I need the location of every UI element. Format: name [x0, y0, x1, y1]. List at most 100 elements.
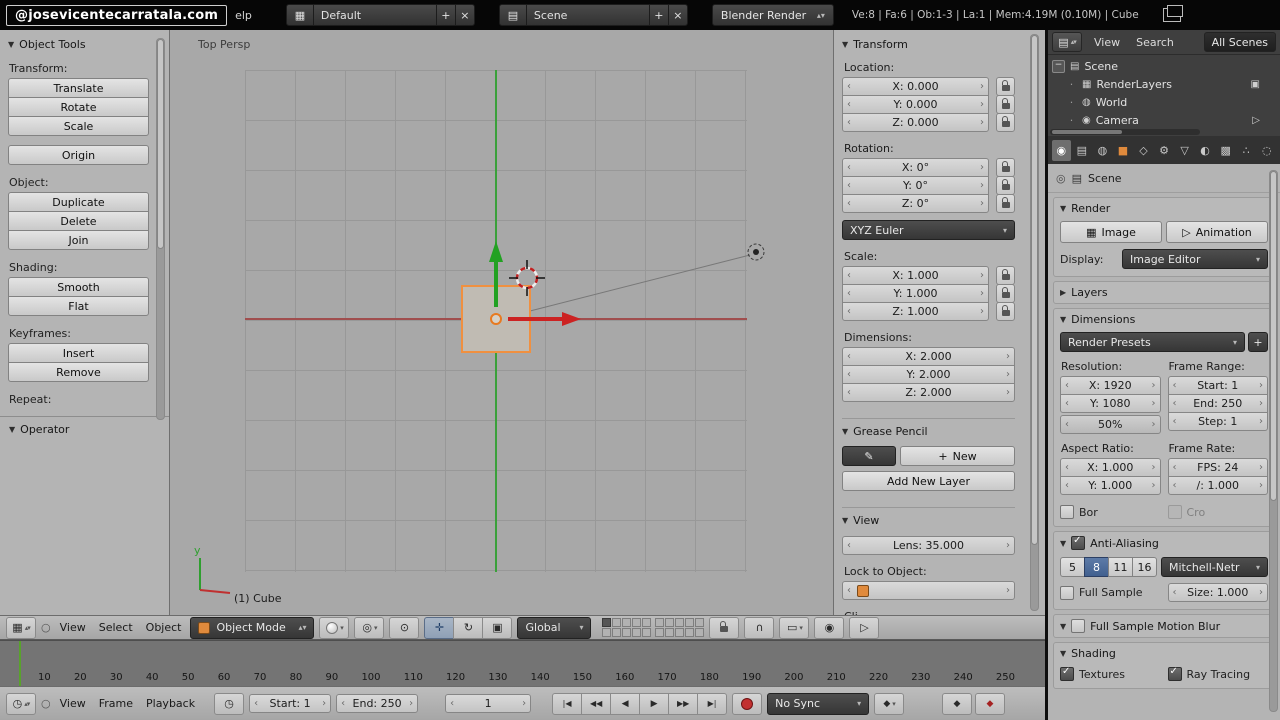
- lens-field[interactable]: Lens: 35.000: [842, 536, 1015, 555]
- scale-manipulator-toggle[interactable]: ▣: [482, 616, 513, 639]
- object-tools-panel-header[interactable]: ▼ Object Tools: [8, 38, 149, 51]
- scale-y-field[interactable]: Y: 1.000: [842, 284, 989, 303]
- timeline-track[interactable]: 10 20 30 40 50 60 70 80 90 100 110 120 130 140 150 160 1…: [0, 640, 1045, 686]
- shading-panel-header[interactable]: ▼ Shading: [1060, 647, 1268, 660]
- smooth-button[interactable]: Smooth: [8, 277, 149, 297]
- y-axis-manipulator[interactable]: [489, 241, 503, 262]
- layer-toggle[interactable]: [632, 628, 642, 637]
- render-animation-button[interactable]: ▷ Animation: [1166, 221, 1268, 243]
- tab-constraints[interactable]: ◇: [1134, 140, 1153, 161]
- lock-rotation-y[interactable]: [996, 176, 1015, 195]
- editor-type-button[interactable]: ◷ ▴▾: [6, 692, 36, 715]
- scrollbar-thumb[interactable]: [1270, 171, 1277, 501]
- outliner-item-scene[interactable]: − ▤ Scene: [1052, 57, 1276, 75]
- add-new-layer-button[interactable]: Add New Layer: [842, 471, 1015, 491]
- layer-toggle[interactable]: [612, 618, 622, 627]
- add-scene-button[interactable]: +: [648, 4, 669, 26]
- fps-field[interactable]: FPS: 24: [1167, 458, 1268, 477]
- aspect-y-field[interactable]: Y: 1.000: [1060, 476, 1161, 495]
- playback-menu[interactable]: Playback: [142, 697, 199, 710]
- anti-aliasing-panel-header[interactable]: ▼ Anti-Aliasing: [1060, 535, 1268, 550]
- transform-panel-header[interactable]: ▼ Transform: [842, 38, 1015, 51]
- outliner-item-camera[interactable]: · ◉ Camera ▷: [1052, 111, 1276, 129]
- rotation-mode-dropdown[interactable]: XYZ Euler ▾: [842, 220, 1015, 240]
- collapse-menus-toggle[interactable]: ○: [41, 621, 51, 634]
- motion-blur-panel-header[interactable]: ▼ Full Sample Motion Blur: [1060, 619, 1268, 633]
- sidebar-scrollbar[interactable]: [1030, 34, 1039, 611]
- insert-keyframe-button[interactable]: ◆: [942, 692, 972, 715]
- add-screen-layout-button[interactable]: +: [435, 4, 456, 26]
- tab-scene[interactable]: ▤: [1073, 140, 1092, 161]
- textures-checkbox[interactable]: [1060, 666, 1074, 681]
- frame-start-field[interactable]: Start: 1: [1167, 376, 1268, 395]
- layer-toggle[interactable]: [602, 628, 612, 637]
- layer-toggle[interactable]: [675, 628, 685, 637]
- dimensions-y-field[interactable]: Y: 2.000: [842, 365, 1015, 384]
- view-menu[interactable]: View: [1090, 36, 1124, 49]
- keying-set-dropdown[interactable]: ◆ ▾: [874, 692, 905, 715]
- jump-to-end-button[interactable]: ▶|: [697, 692, 728, 715]
- lock-scale-x[interactable]: [996, 266, 1015, 285]
- motion-blur-checkbox[interactable]: [1071, 619, 1086, 633]
- pivot-align-toggle[interactable]: ⊙: [389, 616, 420, 639]
- collapse-menus-toggle[interactable]: ○: [41, 697, 51, 710]
- tab-texture[interactable]: ▩: [1216, 140, 1235, 161]
- render-presets-dropdown[interactable]: Render Presets ▾: [1060, 332, 1245, 352]
- screen-layout-name[interactable]: Default: [312, 4, 437, 26]
- properties-scrollbar[interactable]: [1269, 170, 1278, 712]
- lock-location-y[interactable]: [996, 95, 1015, 114]
- insert-keyframe-button[interactable]: Insert: [8, 343, 149, 363]
- tab-particles[interactable]: ∴: [1237, 140, 1256, 161]
- mode-dropdown[interactable]: Object Mode ▴▾: [190, 616, 315, 639]
- pin-icon[interactable]: ◎: [1056, 172, 1066, 185]
- tab-world[interactable]: ◍: [1093, 140, 1112, 161]
- delete-button[interactable]: Delete: [8, 211, 149, 231]
- resolution-y-field[interactable]: Y: 1080: [1060, 394, 1161, 413]
- layer-toggle[interactable]: [622, 628, 632, 637]
- layer-toggle[interactable]: [675, 618, 685, 627]
- search-menu[interactable]: Search: [1132, 36, 1178, 49]
- location-y-field[interactable]: Y: 0.000: [842, 95, 989, 114]
- crop-checkbox[interactable]: [1167, 505, 1182, 519]
- border-checkbox[interactable]: [1060, 505, 1074, 519]
- tool-shelf-scrollbar[interactable]: [156, 38, 165, 420]
- rotate-button[interactable]: Rotate: [8, 97, 149, 117]
- rotation-x-field[interactable]: X: 0°: [842, 158, 989, 177]
- scene-browse-button[interactable]: ▤: [498, 4, 527, 26]
- sync-dropdown[interactable]: No Sync ▾: [767, 692, 870, 715]
- transform-orientation-dropdown[interactable]: Global ▾: [517, 616, 592, 639]
- outliner-item-renderlayers[interactable]: · ▦ RenderLayers ▣: [1052, 75, 1276, 93]
- render-panel-header[interactable]: ▼ Render: [1060, 202, 1268, 215]
- opengl-render-still-button[interactable]: ◉: [814, 616, 845, 639]
- delete-scene-button[interactable]: ×: [667, 4, 688, 26]
- scale-z-field[interactable]: Z: 1.000: [842, 302, 989, 321]
- rotation-y-field[interactable]: Y: 0°: [842, 176, 989, 195]
- render-image-button[interactable]: ▦ Image: [1060, 221, 1162, 243]
- view-menu[interactable]: View: [56, 697, 90, 710]
- tab-object-data[interactable]: ▽: [1175, 140, 1194, 161]
- scale-x-field[interactable]: X: 1.000: [842, 266, 989, 285]
- frame-start-field[interactable]: Start: 1: [249, 694, 332, 713]
- layer-toggle[interactable]: [642, 628, 652, 637]
- translate-button[interactable]: Translate: [8, 78, 149, 98]
- scrollbar-thumb[interactable]: [157, 39, 164, 249]
- snap-element-dropdown[interactable]: ▭ ▾: [779, 616, 810, 639]
- lock-location-z[interactable]: [996, 113, 1015, 132]
- frame-end-field[interactable]: End: 250: [1167, 394, 1268, 413]
- current-frame-field[interactable]: 1: [445, 694, 532, 713]
- layer-toggle[interactable]: [655, 628, 665, 637]
- play-reverse-button[interactable]: ◀: [610, 692, 641, 715]
- layer-toggle[interactable]: [612, 628, 622, 637]
- tab-render[interactable]: ◉: [1052, 139, 1071, 161]
- snap-toggle[interactable]: ∩: [744, 616, 775, 639]
- fps-base-field[interactable]: /: 1.000: [1167, 476, 1268, 495]
- layer-toggle[interactable]: [632, 618, 642, 627]
- opengl-render-anim-button[interactable]: ▷: [849, 616, 880, 639]
- scale-button[interactable]: Scale: [8, 116, 149, 136]
- layer-toggle[interactable]: [695, 628, 705, 637]
- jump-to-start-button[interactable]: |◀: [552, 692, 583, 715]
- view-panel-header[interactable]: ▼ View: [842, 507, 1015, 527]
- tab-physics[interactable]: ◌: [1257, 140, 1276, 161]
- outliner-horizontal-scrollbar[interactable]: [1050, 129, 1200, 135]
- rotation-z-field[interactable]: Z: 0°: [842, 194, 989, 213]
